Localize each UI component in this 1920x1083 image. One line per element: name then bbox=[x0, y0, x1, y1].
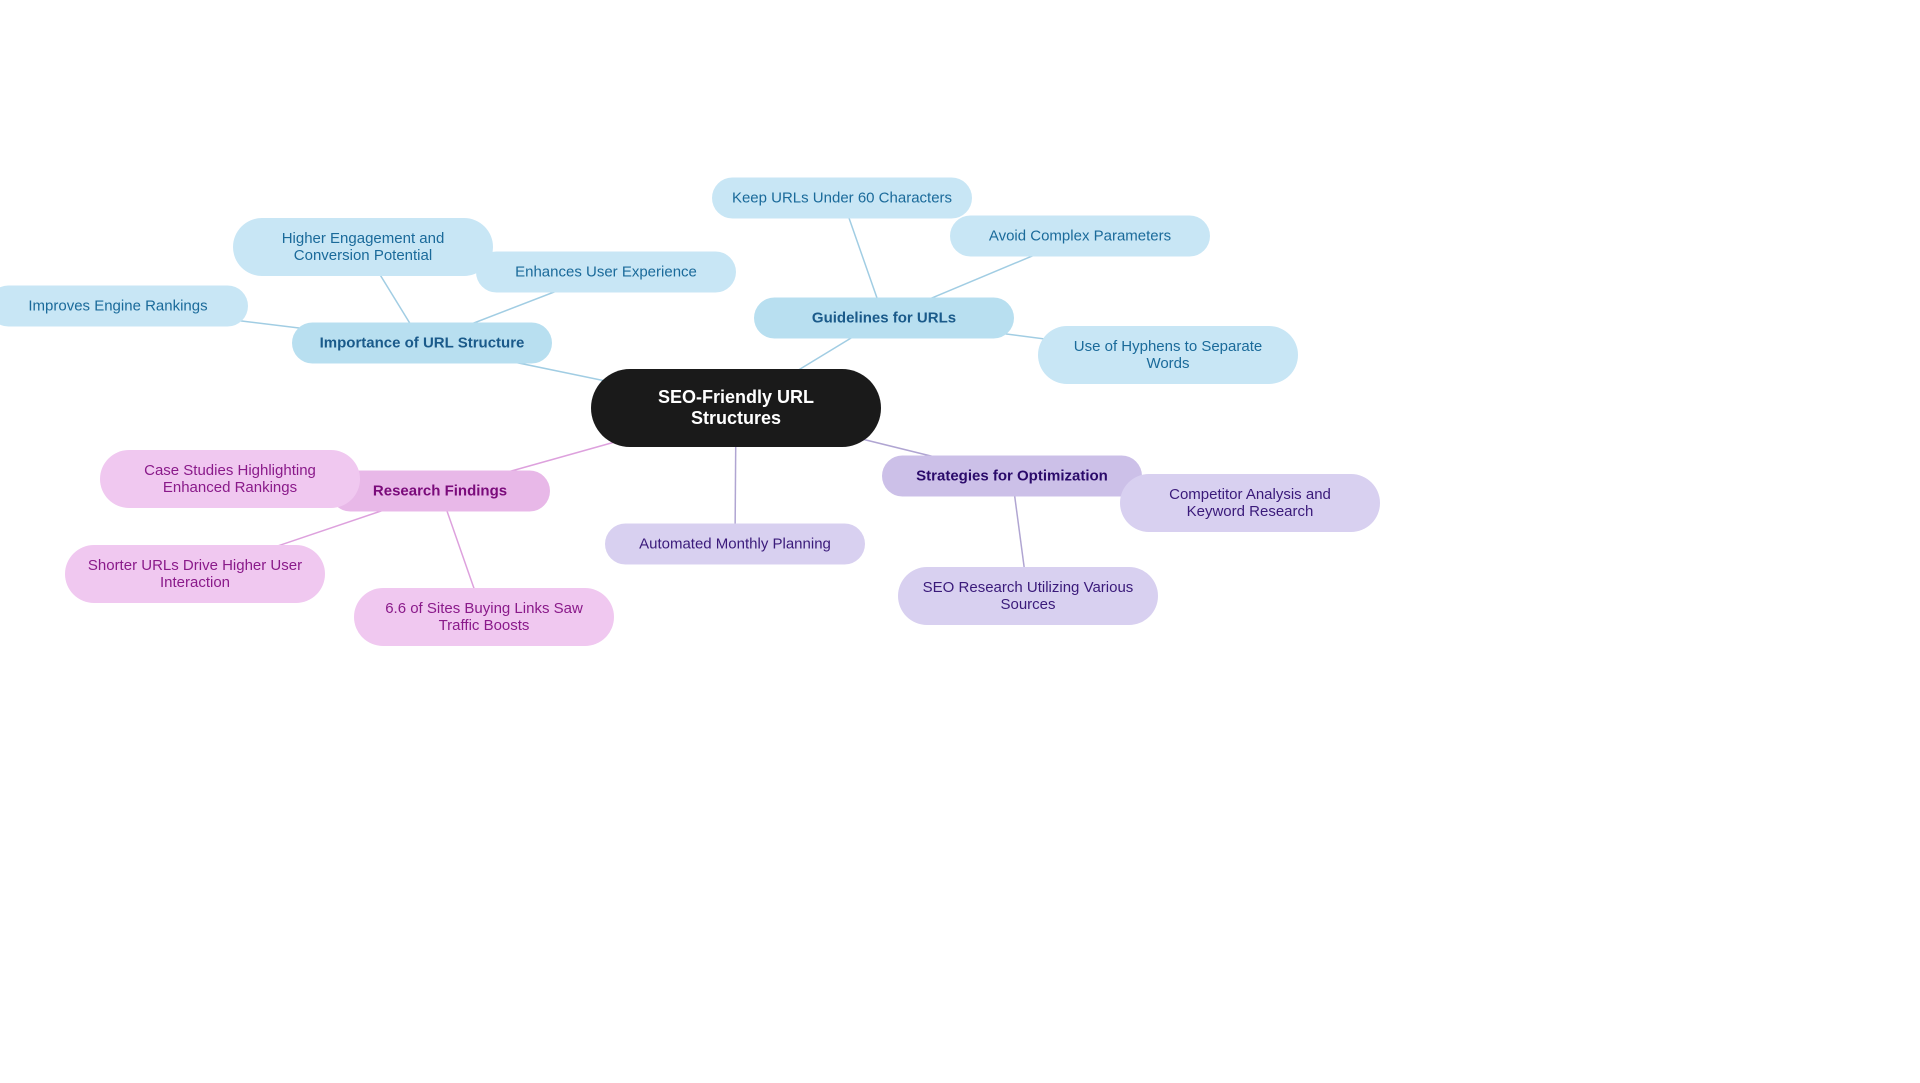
node-enhances_ux[interactable]: Enhances User Experience bbox=[476, 252, 736, 293]
node-case_studies[interactable]: Case Studies Highlighting Enhanced Ranki… bbox=[100, 450, 360, 508]
mind-map-canvas: SEO-Friendly URL Structures Importance of… bbox=[0, 0, 1920, 1083]
node-guidelines[interactable]: Guidelines for URLs bbox=[754, 298, 1014, 339]
node-avoid_complex[interactable]: Avoid Complex Parameters bbox=[950, 216, 1210, 257]
node-keep_under_60[interactable]: Keep URLs Under 60 Characters bbox=[712, 178, 972, 219]
node-improves_rankings[interactable]: Improves Engine Rankings bbox=[0, 286, 248, 327]
node-use_hyphens[interactable]: Use of Hyphens to Separate Words bbox=[1038, 326, 1298, 384]
node-strategies[interactable]: Strategies for Optimization bbox=[882, 456, 1142, 497]
node-automated[interactable]: Automated Monthly Planning bbox=[605, 524, 865, 565]
connections-svg bbox=[0, 0, 1920, 1083]
node-shorter_urls[interactable]: Shorter URLs Drive Higher User Interacti… bbox=[65, 545, 325, 603]
node-competitor[interactable]: Competitor Analysis and Keyword Research bbox=[1120, 474, 1380, 532]
node-higher_engagement[interactable]: Higher Engagement and Conversion Potenti… bbox=[233, 218, 493, 276]
node-center[interactable]: SEO-Friendly URL Structures bbox=[591, 369, 881, 447]
node-importance[interactable]: Importance of URL Structure bbox=[292, 323, 552, 364]
node-six_six[interactable]: 6.6 of Sites Buying Links Saw Traffic Bo… bbox=[354, 588, 614, 646]
node-seo_research[interactable]: SEO Research Utilizing Various Sources bbox=[898, 567, 1158, 625]
node-research_findings[interactable]: Research Findings bbox=[330, 471, 550, 512]
